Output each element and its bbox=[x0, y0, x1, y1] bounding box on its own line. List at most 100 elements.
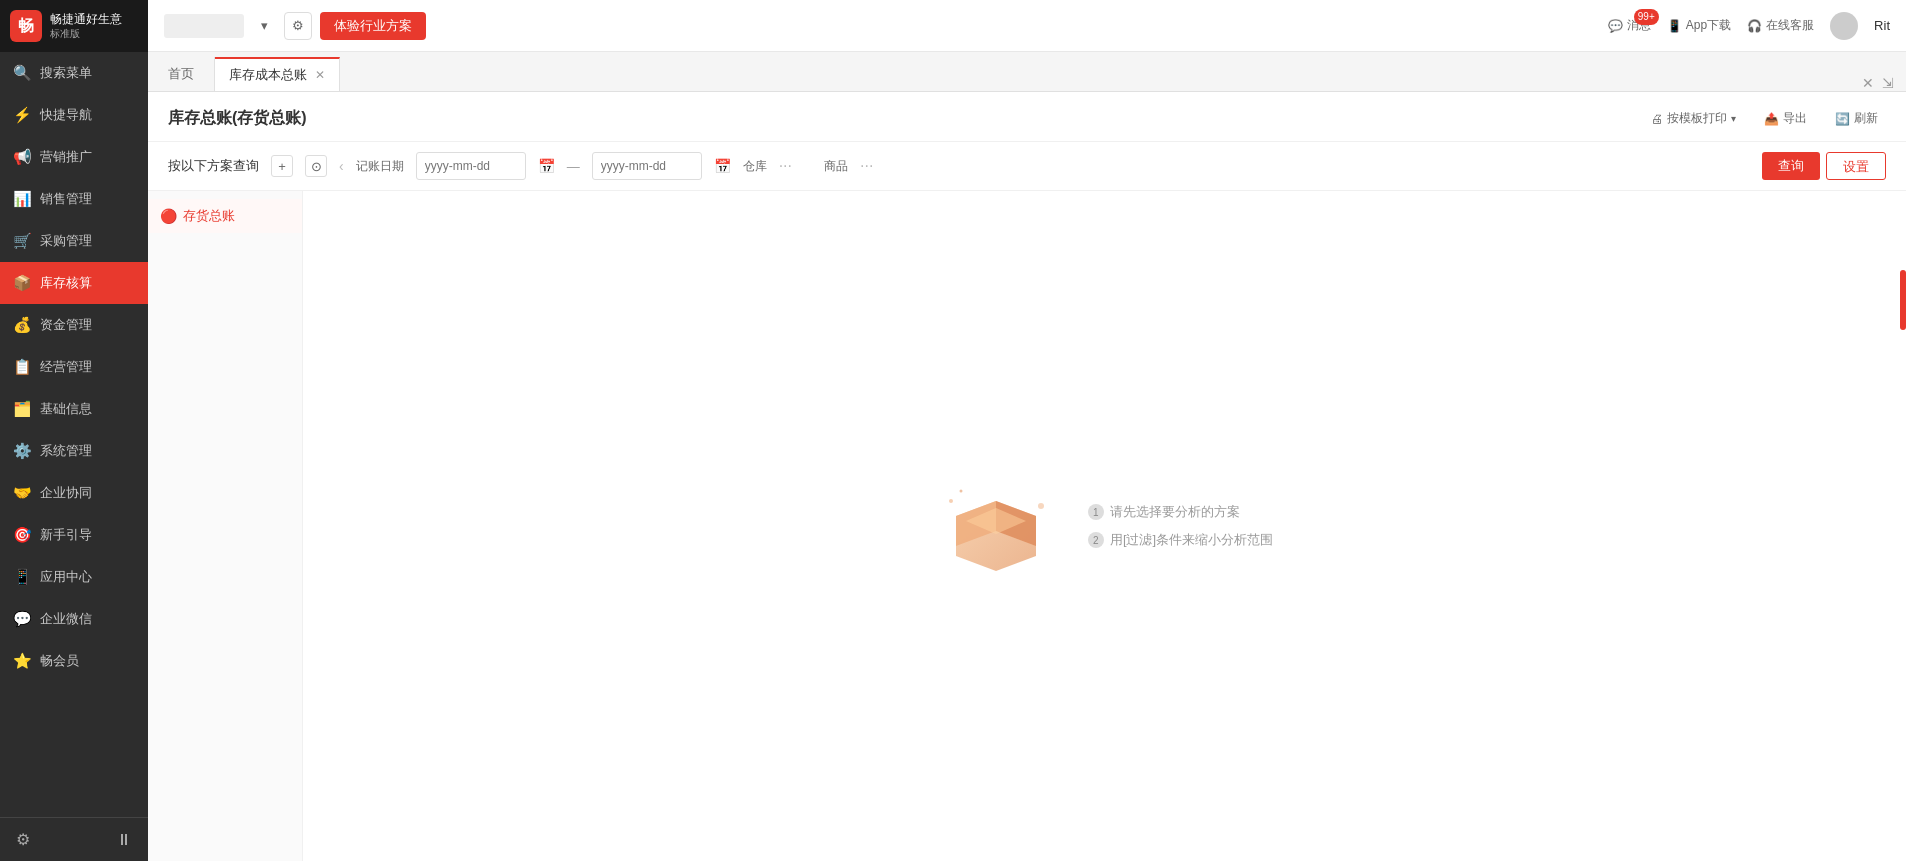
filter-right-actions: 查询 设置 bbox=[1762, 152, 1886, 180]
sidebar-item-app-center[interactable]: 📱 应用中心 bbox=[0, 556, 148, 598]
tab-home[interactable]: 首页 bbox=[148, 57, 215, 91]
sidebar-item-purchase[interactable]: 🛒 采购管理 bbox=[0, 220, 148, 262]
quick-nav-label: 快捷导航 bbox=[40, 106, 92, 124]
refresh-btn[interactable]: 🔄 刷新 bbox=[1827, 106, 1886, 131]
online-support-btn[interactable]: 🎧 在线客服 bbox=[1747, 17, 1814, 34]
export-label: 导出 bbox=[1783, 110, 1807, 127]
calendar-end-icon[interactable]: 📅 bbox=[714, 158, 731, 174]
goods-label: 商品 bbox=[824, 158, 848, 175]
user-avatar[interactable] bbox=[1830, 12, 1858, 40]
sidebar-menu: 🔍 搜索菜单 ⚡ 快捷导航 📢 营销推广 📊 销售管理 🛒 采购管理 📦 库存核… bbox=[0, 52, 148, 817]
inventory-icon: 📦 bbox=[12, 273, 32, 293]
tabbar: 首页 库存成本总账✕ ✕ ⇲ bbox=[148, 52, 1906, 92]
filter-collapse-arrow[interactable]: ‹ bbox=[339, 158, 344, 174]
sales-label: 销售管理 bbox=[40, 190, 92, 208]
query-btn[interactable]: 查询 bbox=[1762, 152, 1820, 180]
sidebar-item-system[interactable]: ⚙️ 系统管理 bbox=[0, 430, 148, 472]
topbar-settings-btn[interactable]: ⚙ bbox=[284, 12, 312, 40]
quick-nav-icon: ⚡ bbox=[12, 105, 32, 125]
sidebar-item-marketing[interactable]: 📢 营销推广 bbox=[0, 136, 148, 178]
operation-label: 经营管理 bbox=[40, 358, 92, 376]
settings-btn[interactable]: 设置 bbox=[1826, 152, 1886, 180]
scheme-sidebar: 🔴 存货总账 bbox=[148, 191, 303, 861]
page-title: 库存总账(存货总账) bbox=[168, 108, 307, 129]
sidebar-item-search-menu[interactable]: 🔍 搜索菜单 bbox=[0, 52, 148, 94]
topbar: ▾ ⚙ 体验行业方案 💬 消息 99+ 📱 App下载 🎧 在线客服 Rit bbox=[148, 0, 1906, 52]
guide-icon: 🎯 bbox=[12, 525, 32, 545]
topbar-dropdown-icon[interactable]: ▾ bbox=[252, 14, 276, 38]
app-sub: 标准版 bbox=[50, 27, 122, 41]
export-icon: 📤 bbox=[1764, 112, 1779, 126]
date-start-input[interactable] bbox=[416, 152, 526, 180]
scheme-item-inventory[interactable]: 🔴 存货总账 bbox=[148, 199, 302, 233]
filter-add-btn[interactable]: + bbox=[271, 155, 293, 177]
tab-expand-icon[interactable]: ⇲ bbox=[1882, 75, 1894, 91]
tab-close-all-icon[interactable]: ✕ bbox=[1862, 75, 1874, 91]
print-label: 按模板打印 bbox=[1667, 110, 1727, 127]
inventory-label: 库存核算 bbox=[40, 274, 92, 292]
finance-icon: 💰 bbox=[12, 315, 32, 335]
sidebar-item-guide[interactable]: 🎯 新手引导 bbox=[0, 514, 148, 556]
app-center-icon: 📱 bbox=[12, 567, 32, 587]
collapse-icon[interactable]: ⏸ bbox=[116, 831, 132, 849]
sidebar-item-finance[interactable]: 💰 资金管理 bbox=[0, 304, 148, 346]
content-area: 库存总账(存货总账) 🖨 按模板打印 ▾ 📤 导出 🔄 刷新 bbox=[148, 92, 1906, 861]
sidebar-item-quick-nav[interactable]: ⚡ 快捷导航 bbox=[0, 94, 148, 136]
empty-state: 1 请先选择要分析的方案 2 用[过滤]条件来缩小分析范围 bbox=[303, 191, 1906, 861]
settings-icon[interactable]: ⚙ bbox=[16, 830, 30, 849]
svg-point-6 bbox=[959, 490, 962, 493]
page-actions: 🖨 按模板打印 ▾ 📤 导出 🔄 刷新 bbox=[1643, 106, 1886, 131]
headset-icon: 🎧 bbox=[1747, 19, 1762, 33]
topbar-placeholder bbox=[164, 14, 244, 38]
sidebar-item-basic[interactable]: 🗂️ 基础信息 bbox=[0, 388, 148, 430]
tab-close-inventory-ledger[interactable]: ✕ bbox=[315, 68, 325, 82]
search-menu-label: 搜索菜单 bbox=[40, 64, 92, 82]
industry-btn[interactable]: 体验行业方案 bbox=[320, 12, 426, 40]
system-icon: ⚙️ bbox=[12, 441, 32, 461]
online-support-label: 在线客服 bbox=[1766, 17, 1814, 34]
sidebar-item-sales[interactable]: 📊 销售管理 bbox=[0, 178, 148, 220]
date-end-input[interactable] bbox=[592, 152, 702, 180]
sales-icon: 📊 bbox=[12, 189, 32, 209]
topbar-right: 💬 消息 99+ 📱 App下载 🎧 在线客服 Rit bbox=[1608, 12, 1890, 40]
calendar-start-icon[interactable]: 📅 bbox=[538, 158, 555, 174]
export-btn[interactable]: 📤 导出 bbox=[1756, 106, 1815, 131]
member-icon: ⭐ bbox=[12, 651, 32, 671]
warehouse-more-btn[interactable]: ··· bbox=[779, 157, 792, 175]
finance-label: 资金管理 bbox=[40, 316, 92, 334]
tab-inventory-ledger[interactable]: 库存成本总账✕ bbox=[215, 57, 340, 91]
wechat-icon: 💬 bbox=[12, 609, 32, 629]
empty-illustration bbox=[936, 466, 1056, 586]
filter-collapse-btn[interactable]: ⊙ bbox=[305, 155, 327, 177]
refresh-icon: 🔄 bbox=[1835, 112, 1850, 126]
sidebar-item-cooperation[interactable]: 🤝 企业协同 bbox=[0, 472, 148, 514]
marketing-icon: 📢 bbox=[12, 147, 32, 167]
sidebar-item-member[interactable]: ⭐ 畅会员 bbox=[0, 640, 148, 682]
cooperation-icon: 🤝 bbox=[12, 483, 32, 503]
scroll-indicator bbox=[1900, 270, 1906, 330]
message-btn[interactable]: 💬 消息 99+ bbox=[1608, 17, 1651, 34]
print-btn[interactable]: 🖨 按模板打印 ▾ bbox=[1643, 106, 1744, 131]
system-label: 系统管理 bbox=[40, 442, 92, 460]
sidebar-item-operation[interactable]: 📋 经营管理 bbox=[0, 346, 148, 388]
goods-more-btn[interactable]: ··· bbox=[860, 157, 873, 175]
cooperation-label: 企业协同 bbox=[40, 484, 92, 502]
purchase-icon: 🛒 bbox=[12, 231, 32, 251]
filter-wrapper: 按以下方案查询 + ⊙ ‹ 记账日期 📅 — 📅 仓库 ··· 商品 ··· 查 bbox=[148, 142, 1906, 191]
logo-icon: 畅 bbox=[10, 10, 42, 42]
search-menu-icon: 🔍 bbox=[12, 63, 32, 83]
app-download-btn[interactable]: 📱 App下载 bbox=[1667, 17, 1731, 34]
app-center-label: 应用中心 bbox=[40, 568, 92, 586]
phone-icon: 📱 bbox=[1667, 19, 1682, 33]
sidebar-item-inventory[interactable]: 📦 库存核算 bbox=[0, 262, 148, 304]
user-name: Rit bbox=[1874, 18, 1890, 33]
refresh-label: 刷新 bbox=[1854, 110, 1878, 127]
tab-label-home: 首页 bbox=[168, 65, 194, 83]
sidebar-item-wechat[interactable]: 💬 企业微信 bbox=[0, 598, 148, 640]
sidebar: 畅 畅捷通好生意 标准版 🔍 搜索菜单 ⚡ 快捷导航 📢 营销推广 📊 销售管理… bbox=[0, 0, 148, 861]
main-content: 🔴 存货总账 bbox=[148, 191, 1906, 861]
date-label: 记账日期 bbox=[356, 158, 404, 175]
wechat-label: 企业微信 bbox=[40, 610, 92, 628]
filter-conditions: 按以下方案查询 + ⊙ ‹ 记账日期 📅 — 📅 仓库 ··· 商品 ··· bbox=[168, 152, 1762, 180]
main-area: ▾ ⚙ 体验行业方案 💬 消息 99+ 📱 App下载 🎧 在线客服 Rit 首… bbox=[148, 0, 1906, 861]
